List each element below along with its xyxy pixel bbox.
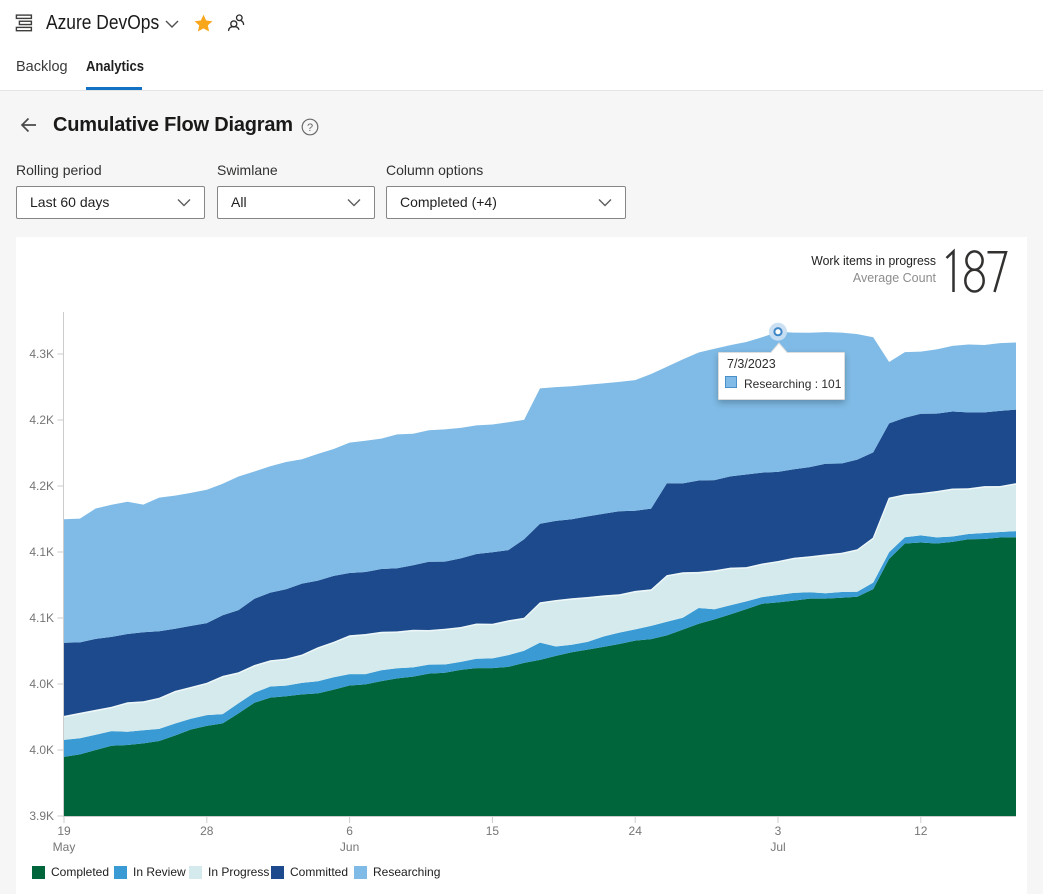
svg-text:Jul: Jul — [770, 840, 785, 854]
svg-text:4.1K: 4.1K — [29, 611, 54, 625]
svg-text:May: May — [53, 840, 76, 854]
svg-text:3: 3 — [775, 824, 782, 838]
svg-text:12: 12 — [914, 824, 928, 838]
svg-text:15: 15 — [486, 824, 500, 838]
svg-text:19: 19 — [57, 824, 71, 838]
svg-text:?: ? — [307, 122, 313, 134]
svg-text:24: 24 — [629, 824, 643, 838]
svg-text:6: 6 — [346, 824, 353, 838]
svg-text:4.2K: 4.2K — [29, 479, 54, 493]
svg-text:4.2K: 4.2K — [29, 413, 54, 427]
svg-text:4.1K: 4.1K — [29, 545, 54, 559]
svg-text:Jun: Jun — [340, 840, 359, 854]
svg-text:3.9K: 3.9K — [29, 809, 54, 823]
svg-text:4.0K: 4.0K — [29, 743, 54, 757]
svg-text:4.0K: 4.0K — [29, 677, 54, 691]
svg-text:28: 28 — [200, 824, 214, 838]
svg-text:4.3K: 4.3K — [29, 347, 54, 361]
